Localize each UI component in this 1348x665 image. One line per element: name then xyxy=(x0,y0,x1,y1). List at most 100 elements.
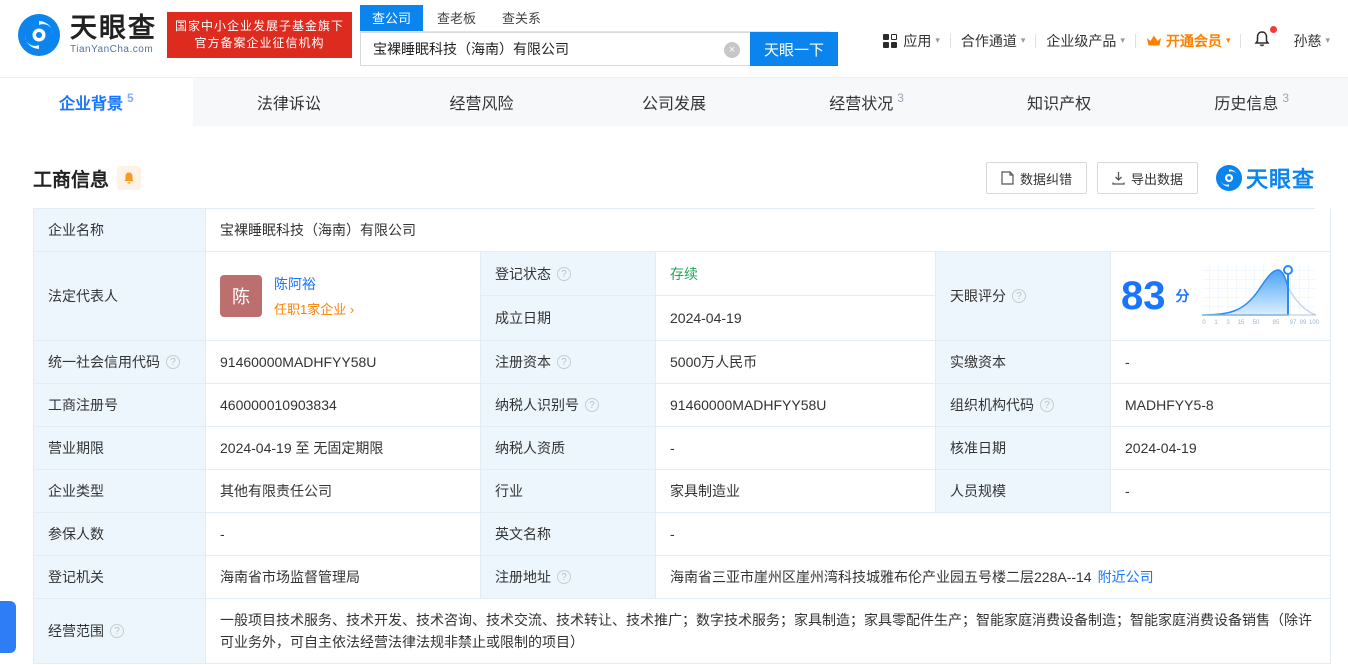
tab-operation-risk[interactable]: 经营风险 xyxy=(385,78,578,126)
legal-rep-companies-link[interactable]: 任职1家企业 › xyxy=(274,299,354,318)
tab-legal-proceedings[interactable]: 法律诉讼 xyxy=(193,78,386,126)
logo-title: 天眼查 xyxy=(70,13,157,43)
tab-label: 历史信息 xyxy=(1214,96,1279,113)
field-value-credit-code: 91460000MADHFYY58U xyxy=(206,341,481,384)
nav-cooperation-label: 合作通道 xyxy=(960,32,1017,49)
bell-icon xyxy=(1254,31,1270,47)
axis-tick: 15 xyxy=(1237,320,1244,326)
tianyancha-logo-icon xyxy=(1215,165,1242,191)
help-icon[interactable]: ? xyxy=(557,266,571,281)
search-tabs: 查公司 查老板 查关系 xyxy=(360,5,830,32)
search-input[interactable]: 宝裸睡眠科技（海南）有限公司 × xyxy=(360,32,750,66)
label-text: 注册地址 xyxy=(495,569,551,585)
tab-company-background[interactable]: 企业背景 5 xyxy=(0,78,193,126)
field-value-company-type: 其他有限责任公司 xyxy=(206,470,481,513)
data-correction-button[interactable]: 数据纠错 xyxy=(985,162,1087,194)
field-label-tianyan-score: 天眼评分 ? xyxy=(936,252,1111,341)
field-value-registration-number: 460000010903834 xyxy=(206,384,481,427)
field-label-legal-representative: 法定代表人 xyxy=(34,252,206,341)
field-value-legal-representative: 陈 陈阿裕 任职1家企业 › xyxy=(206,252,481,341)
download-icon xyxy=(1112,172,1125,185)
nav-enterprise[interactable]: 企业级产品 ▾ xyxy=(1036,31,1135,51)
nav-cooperation[interactable]: 合作通道 ▾ xyxy=(951,31,1036,51)
nav-apps[interactable]: 应用 ▾ xyxy=(873,31,950,51)
field-label-business-term: 营业期限 xyxy=(34,427,206,470)
field-label-insured-count: 参保人数 xyxy=(34,513,206,556)
search-block: 查公司 查老板 查关系 宝裸睡眠科技（海南）有限公司 × 天眼一下 xyxy=(360,5,838,66)
chevron-down-icon: ▾ xyxy=(1020,35,1026,45)
field-label-company-type: 企业类型 xyxy=(34,470,206,513)
tab-label: 经营状况 xyxy=(829,96,894,113)
tab-count: 3 xyxy=(1282,91,1290,105)
monitor-bell-icon[interactable] xyxy=(117,166,142,190)
certification-badge: 国家中小企业发展子基金旗下 官方备案企业征信机构 xyxy=(167,12,353,58)
brand-logo[interactable]: 天眼查 TianYanCha.com 国家中小企业发展子基金旗下 官方备案企业征… xyxy=(18,12,353,58)
export-data-button[interactable]: 导出数据 xyxy=(1096,162,1198,194)
field-label-taxpayer-qualification: 纳税人资质 xyxy=(481,427,656,470)
field-label-paid-capital: 实缴资本 xyxy=(936,341,1111,384)
field-label-taxpayer-id: 纳税人识别号 ? xyxy=(481,384,656,427)
notification-dot xyxy=(1270,26,1278,33)
nearby-companies-link[interactable]: 附近公司 xyxy=(1098,567,1154,587)
watermark-text: 天眼查 xyxy=(1245,167,1315,192)
field-value-organization-code: MADHFYY5-8 xyxy=(1111,384,1331,427)
label-text: 经营范围 xyxy=(48,623,104,639)
search-tab-boss[interactable]: 查老板 xyxy=(425,5,488,31)
tab-label: 知识产权 xyxy=(1027,96,1092,113)
nav-enterprise-label: 企业级产品 xyxy=(1046,32,1117,49)
field-value-establish-date: 2024-04-19 xyxy=(670,310,742,326)
label-text: 组织机构代码 xyxy=(950,397,1034,413)
field-label-industry: 行业 xyxy=(481,470,656,513)
floating-side-widget[interactable] xyxy=(0,601,16,653)
legal-rep-name-link[interactable]: 陈阿裕 xyxy=(274,274,354,294)
help-icon[interactable]: ? xyxy=(1012,289,1026,303)
field-value-approval-date: 2024-04-19 xyxy=(1111,427,1331,470)
field-label-credit-code: 统一社会信用代码 ? xyxy=(34,341,206,384)
field-label-english-name: 英文名称 xyxy=(481,513,656,556)
chevron-down-icon: ▾ xyxy=(1225,35,1231,45)
chevron-down-icon: ▾ xyxy=(1120,35,1125,45)
help-icon[interactable]: ? xyxy=(557,355,571,369)
field-label-organization-code: 组织机构代码 ? xyxy=(936,384,1111,427)
tab-label: 公司发展 xyxy=(642,96,707,113)
help-icon[interactable]: ? xyxy=(110,624,124,638)
nav-apps-label: 应用 xyxy=(903,32,932,49)
crown-icon xyxy=(1146,35,1161,46)
badge-line1: 国家中小企业发展子基金旗下 xyxy=(175,19,345,33)
search-button[interactable]: 天眼一下 xyxy=(750,32,838,66)
tab-company-development[interactable]: 公司发展 xyxy=(578,78,771,126)
tab-history-info[interactable]: 历史信息 3 xyxy=(1155,78,1348,126)
score-distribution-chart: 0 1 3 15 50 85 97 99 100 xyxy=(1201,265,1319,326)
field-value-paid-capital: - xyxy=(1111,341,1331,384)
logo-domain: TianYanCha.com xyxy=(70,44,154,55)
field-label-establish-date: 成立日期 xyxy=(481,296,656,340)
legal-rep-avatar[interactable]: 陈 xyxy=(220,275,262,317)
search-tab-company[interactable]: 查公司 xyxy=(360,5,424,31)
data-correction-label: 数据纠错 xyxy=(1019,171,1072,187)
search-tab-relation[interactable]: 查关系 xyxy=(490,5,553,31)
section-title: 工商信息 xyxy=(33,169,110,191)
help-icon[interactable]: ? xyxy=(166,355,180,369)
axis-tick: 97 xyxy=(1289,320,1296,326)
axis-tick: 3 xyxy=(1226,320,1230,326)
status-badge: 存续 xyxy=(670,265,698,282)
field-label-company-name: 企业名称 xyxy=(34,209,206,252)
score-value: 83 xyxy=(1121,274,1166,318)
help-icon[interactable]: ? xyxy=(585,398,599,412)
field-value-business-term: 2024-04-19 至 无固定期限 xyxy=(206,427,481,470)
apps-grid-icon xyxy=(883,33,898,48)
label-text: 天眼评分 xyxy=(950,288,1006,304)
tab-operating-status[interactable]: 经营状况 3 xyxy=(770,78,963,126)
field-label-registered-capital: 注册资本 ? xyxy=(481,341,656,384)
help-icon[interactable]: ? xyxy=(557,570,571,584)
help-icon[interactable]: ? xyxy=(1040,398,1054,412)
notification-bell[interactable] xyxy=(1241,26,1283,51)
tianyancha-watermark: 天眼查 xyxy=(1215,162,1315,194)
axis-tick: 0 xyxy=(1202,320,1206,326)
tab-count: 5 xyxy=(126,91,134,105)
nav-vip[interactable]: 开通会员 ▾ xyxy=(1136,31,1241,51)
clear-search-icon[interactable]: × xyxy=(724,42,740,58)
field-value-registration-authority: 海南省市场监督管理局 xyxy=(206,556,481,599)
nav-user[interactable]: 孙慈 ▾ xyxy=(1283,31,1340,51)
tab-intellectual-property[interactable]: 知识产权 xyxy=(963,78,1156,126)
